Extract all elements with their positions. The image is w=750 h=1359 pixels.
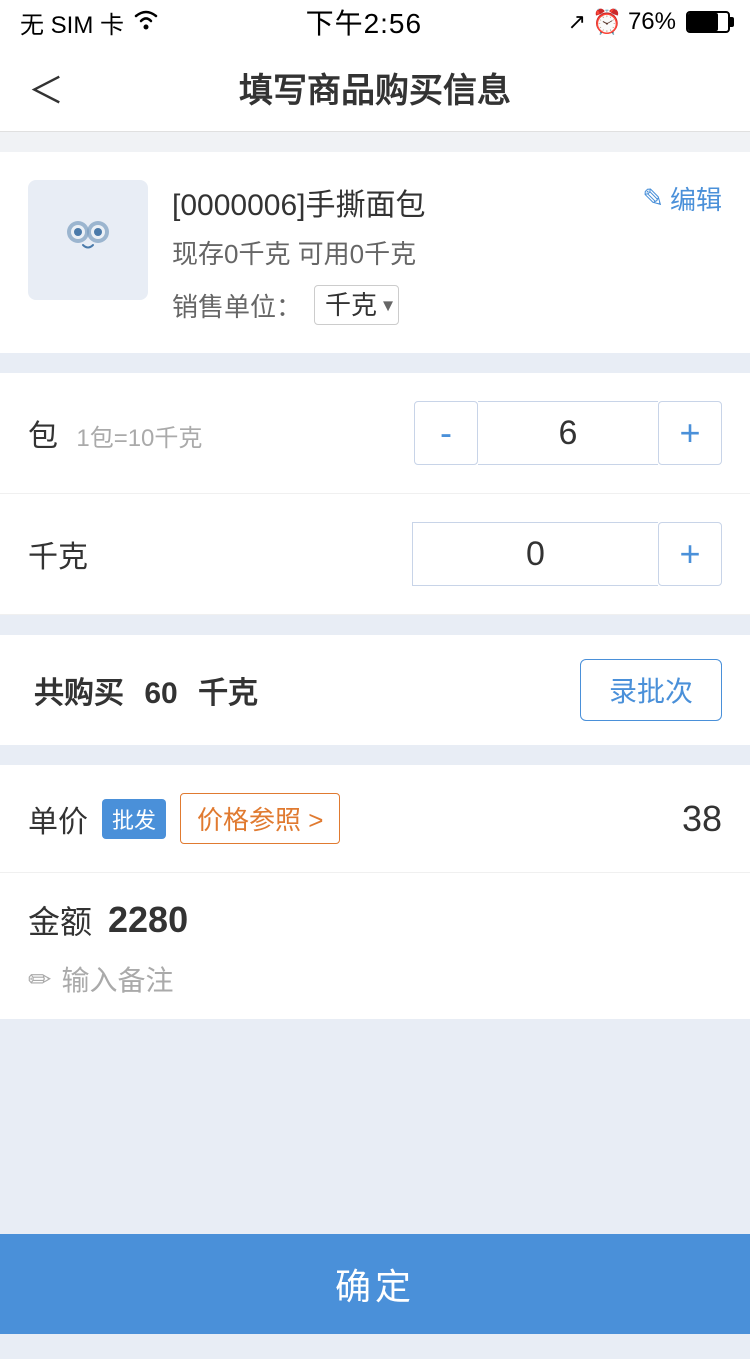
total-row: 共购买 60 千克 录批次 bbox=[0, 635, 750, 745]
unit-select[interactable]: 千克 包 bbox=[314, 285, 399, 325]
product-stock: 现存0千克 可用0千克 bbox=[172, 234, 722, 271]
batch-button[interactable]: 录批次 bbox=[580, 659, 722, 721]
bao-plus-button[interactable]: + bbox=[658, 401, 722, 465]
section-divider-3 bbox=[0, 745, 750, 765]
carrier-text: 无 SIM 卡 bbox=[20, 5, 124, 40]
amount-section: 金额 2280 ✏ 输入备注 bbox=[0, 872, 750, 1019]
quantity-row-kg: 千克 + bbox=[0, 494, 750, 615]
status-right: ↗ ⏰ 76% bbox=[568, 8, 730, 37]
status-bar: 无 SIM 卡 下午2:56 ↗ ⏰ 76% bbox=[0, 0, 750, 44]
quantity-row-bao: 包 1包=10千克 - + bbox=[0, 373, 750, 494]
price-label: 单价 bbox=[28, 797, 88, 841]
kg-controls: + bbox=[412, 522, 722, 586]
status-time: 下午2:56 bbox=[306, 2, 423, 42]
nav-title: 填写商品购买信息 bbox=[239, 63, 511, 112]
confirm-button[interactable]: 确定 bbox=[0, 1234, 750, 1334]
product-card: [0000006]手撕面包 现存0千克 可用0千克 销售单位： 千克 包 ✎ 编… bbox=[0, 152, 750, 353]
kg-input[interactable] bbox=[412, 522, 658, 586]
alarm-icon: ⏰ bbox=[592, 8, 622, 37]
unit-label: 销售单位： bbox=[172, 287, 302, 324]
product-name: [0000006]手撕面包 bbox=[172, 180, 722, 224]
note-placeholder: 输入备注 bbox=[61, 959, 173, 999]
back-button[interactable]: ＜ bbox=[28, 62, 64, 114]
wifi-icon bbox=[132, 8, 160, 36]
amount-label: 金额 bbox=[28, 897, 92, 943]
section-divider-2 bbox=[0, 615, 750, 635]
product-unit-row: 销售单位： 千克 包 bbox=[172, 285, 722, 325]
kg-plus-button[interactable]: + bbox=[658, 522, 722, 586]
edit-icon: ✎ bbox=[642, 183, 664, 214]
note-row[interactable]: ✏ 输入备注 bbox=[28, 959, 722, 999]
product-info: [0000006]手撕面包 现存0千克 可用0千克 销售单位： 千克 包 bbox=[172, 180, 722, 325]
location-icon: ↗ bbox=[568, 9, 586, 35]
unit-select-wrapper[interactable]: 千克 包 bbox=[314, 285, 399, 325]
section-divider-1 bbox=[0, 353, 750, 373]
bao-minus-button[interactable]: - bbox=[414, 401, 478, 465]
price-section: 单价 批发 价格参照 > 38 bbox=[0, 765, 750, 872]
price-tag: 批发 bbox=[102, 799, 166, 839]
kg-label: 千克 bbox=[28, 532, 412, 576]
bao-hint: 1包=10千克 bbox=[76, 425, 202, 452]
edit-button[interactable]: ✎ 编辑 bbox=[642, 180, 722, 217]
edit-label: 编辑 bbox=[670, 180, 722, 217]
total-label: 共购买 60 千克 bbox=[28, 668, 264, 712]
amount-row: 金额 2280 bbox=[28, 897, 722, 943]
status-carrier: 无 SIM 卡 bbox=[20, 5, 160, 40]
battery-icon bbox=[686, 11, 730, 33]
bao-label: 包 1包=10千克 bbox=[28, 411, 414, 455]
price-value: 38 bbox=[682, 798, 722, 840]
amount-value: 2280 bbox=[108, 899, 188, 941]
bao-input[interactable] bbox=[478, 401, 658, 465]
price-ref-button[interactable]: 价格参照 > bbox=[180, 793, 340, 844]
quantity-section: 包 1包=10千克 - + 千克 + bbox=[0, 373, 750, 615]
note-icon: ✏ bbox=[28, 963, 51, 996]
bao-controls: - + bbox=[414, 401, 722, 465]
price-left: 单价 批发 价格参照 > bbox=[28, 793, 340, 844]
nav-bar: ＜ 填写商品购买信息 bbox=[0, 44, 750, 132]
battery-percent: 76% bbox=[628, 8, 676, 36]
product-image bbox=[28, 180, 148, 300]
product-logo bbox=[58, 210, 118, 270]
